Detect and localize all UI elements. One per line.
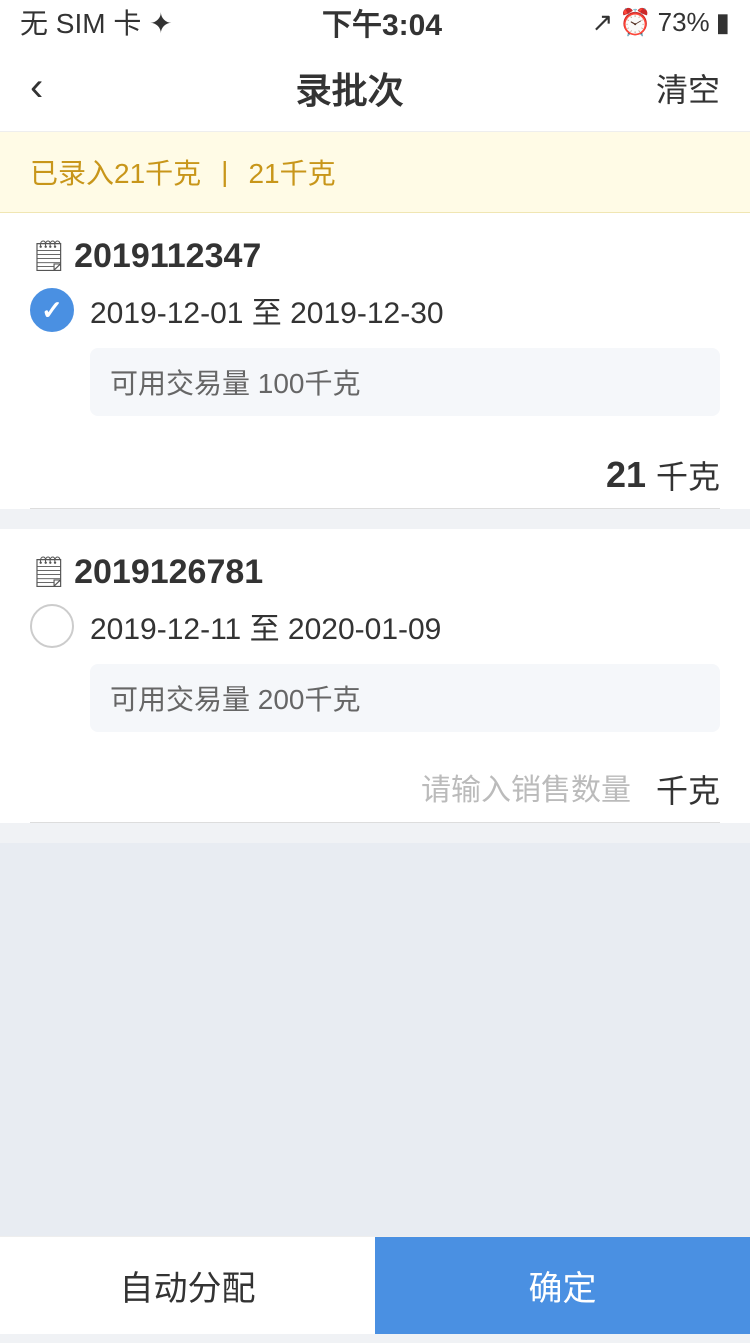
clear-button[interactable]: 清空 (656, 65, 720, 111)
batch-radio-1[interactable] (30, 288, 74, 332)
batch-card-1-content: 🗒 2019112347 2019-12-01 至 2019-12-30 可用交… (0, 213, 750, 436)
batch-date-1: 2019-12-01 至 2019-12-30 (90, 288, 444, 332)
status-time: 下午3:04 (322, 0, 442, 44)
batch-date-row-2: 2019-12-11 至 2020-01-09 (30, 604, 720, 648)
batch-card-2-content: 🗒 2019126781 2019-12-11 至 2020-01-09 可用交… (0, 529, 750, 752)
confirm-button[interactable]: 确定 (375, 1237, 750, 1334)
back-button[interactable]: ‹ (30, 65, 43, 110)
background-area (0, 843, 750, 1243)
main-content: 🗒 2019112347 2019-12-01 至 2019-12-30 可用交… (0, 213, 750, 1343)
batch-avail-2: 可用交易量 200千克 (90, 664, 720, 732)
batch-id-row-2: 🗒 2019126781 (30, 553, 720, 592)
batch-avail-1: 可用交易量 100千克 (90, 348, 720, 416)
location-icon: ↗ (591, 7, 613, 38)
amount-row-1: 21 千克 (0, 436, 750, 498)
batch-card-2: 🗒 2019126781 2019-12-11 至 2020-01-09 可用交… (0, 529, 750, 823)
status-right: ↗ ⏰ 73% ▮ (591, 7, 730, 38)
battery-icon: ▮ (716, 7, 730, 38)
sim-label: 无 SIM 卡 ✦ (20, 2, 173, 42)
batch-radio-2[interactable] (30, 604, 74, 648)
batch-icon-2: 🗒 (30, 555, 68, 590)
batch-card-1: 🗒 2019112347 2019-12-01 至 2019-12-30 可用交… (0, 213, 750, 509)
input-unit-2: 千克 (656, 766, 720, 812)
batch-id-2: 2019126781 (74, 553, 263, 592)
info-value: 21千克 (248, 152, 335, 192)
batch-id-1: 2019112347 (74, 237, 261, 276)
input-divider-2 (30, 822, 720, 823)
amount-divider-1 (30, 508, 720, 509)
batch-date-row-1: 2019-12-01 至 2019-12-30 (30, 288, 720, 332)
auto-distribute-button[interactable]: 自动分配 (0, 1237, 375, 1334)
info-bar: 已录入21千克 | 21千克 (0, 132, 750, 213)
sale-quantity-input[interactable] (366, 771, 646, 808)
status-bar: 无 SIM 卡 ✦ 下午3:04 ↗ ⏰ 73% ▮ (0, 0, 750, 44)
nav-bar: ‹ 录批次 清空 (0, 44, 750, 132)
amount-unit-1: 千克 (656, 452, 720, 498)
battery-label: 73% (658, 7, 710, 38)
batch-date-2: 2019-12-11 至 2020-01-09 (90, 604, 441, 648)
batch-id-row-1: 🗒 2019112347 (30, 237, 720, 276)
status-left: 无 SIM 卡 ✦ (20, 2, 173, 42)
info-recorded: 已录入21千克 (30, 152, 201, 192)
info-divider: | (221, 156, 228, 188)
bottom-bar: 自动分配 确定 (0, 1236, 750, 1334)
batch-icon-1: 🗒 (30, 239, 68, 274)
page-title: 录批次 (296, 62, 404, 114)
input-row-2: 千克 (0, 752, 750, 812)
amount-value-1: 21 (606, 454, 646, 496)
alarm-icon: ⏰ (619, 7, 651, 38)
